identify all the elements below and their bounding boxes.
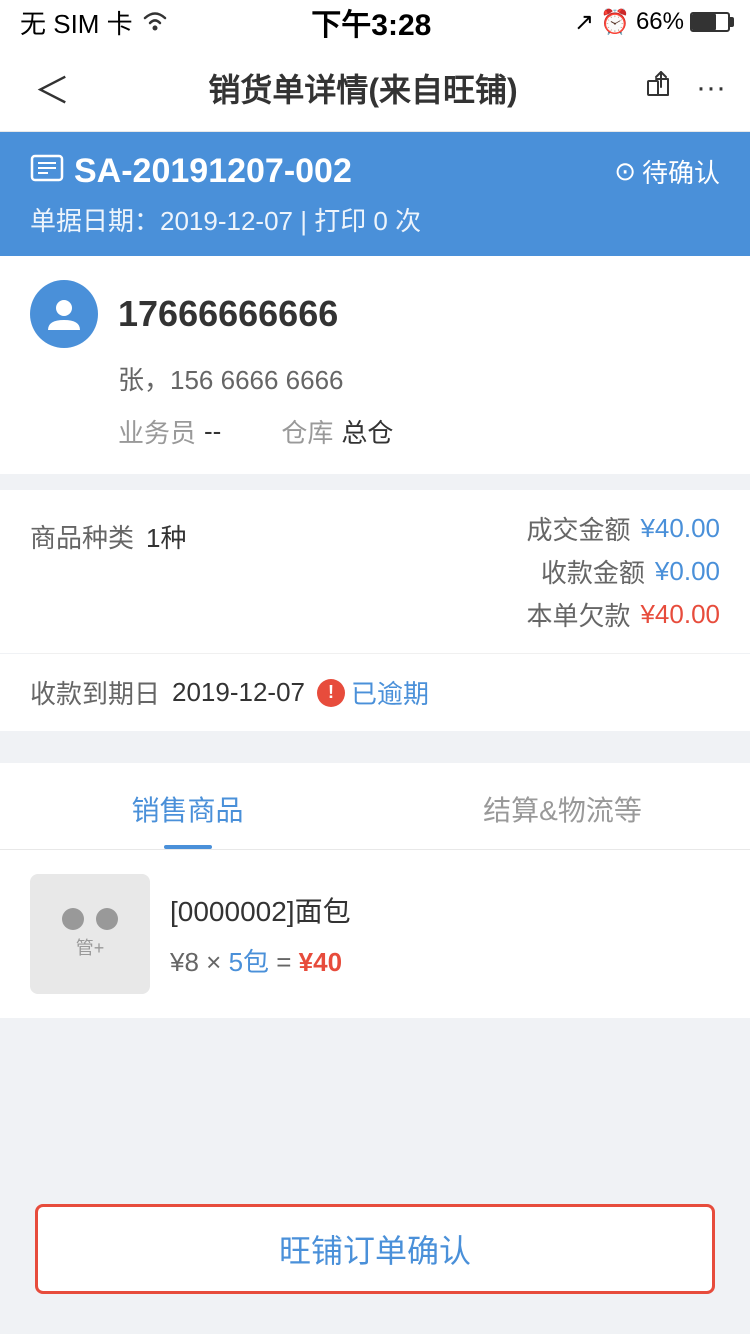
order-id: SA-20191207-002 [30,152,352,191]
tab-underline [164,845,212,849]
amount-label-2: 本单欠款 [526,596,630,633]
overdue-badge: ! 已逾期 [317,674,429,711]
battery-icon [690,12,730,32]
status-right: ↗ ⏰ 66% [574,8,730,37]
order-icon [30,152,64,191]
order-status: ⊙ 待确认 [614,153,720,190]
amount-value-0: ¥40.00 [640,513,720,544]
customer-meta: 业务员 -- 仓库 总仓 [118,413,720,450]
share-button[interactable] [646,69,676,107]
quantity-value: 5包 [229,947,269,977]
warehouse-value: 总仓 [341,413,393,450]
tab-settlement[interactable]: 结算&物流等 [375,763,750,849]
category-value: 1种 [146,518,186,555]
status-left: 无 SIM 卡 [20,4,169,41]
product-logo: 管+ [62,908,118,960]
amount-row-0: 成交金额 ¥40.00 [526,510,720,547]
alarm-icon: ⏰ [600,8,630,37]
confirm-button-text: 旺铺订单确认 [279,1226,471,1272]
back-button[interactable]: ＜ [24,52,80,124]
battery-text: 66% [636,8,684,36]
amount-label-0: 成交金额 [526,510,630,547]
product-name: [0000002]面包 [170,890,720,930]
nav-actions: ··· [646,69,726,107]
section-divider-1 [0,474,750,490]
order-date: 单据日期：2019-12-07 | 打印 0 次 [30,201,720,238]
more-button[interactable]: ··· [696,71,726,105]
owl-eyes [62,908,118,930]
customer-row: 17666666666 [30,280,720,348]
owl-eye-left [62,908,84,930]
tab-sales-product-label: 销售商品 [131,795,243,826]
customer-detail: 张，156 6666 6666 [118,360,720,397]
due-label: 收款到期日 [30,674,160,711]
order-header: SA-20191207-002 ⊙ 待确认 单据日期：2019-12-07 | … [0,132,750,256]
sales-value: -- [204,416,221,447]
amount-value-2: ¥40.00 [640,599,720,630]
status-bar: 无 SIM 卡 下午3:28 ↗ ⏰ 66% [0,0,750,44]
customer-section: 17666666666 张，156 6666 6666 业务员 -- 仓库 总仓 [0,256,750,474]
sales-label: 业务员 [118,413,196,450]
customer-phone: 17666666666 [118,293,338,335]
product-info: [0000002]面包 ¥8 × 5包 = ¥40 [170,890,720,979]
location-icon: ↗ [574,8,594,37]
battery-fill [692,14,716,30]
order-id-row: SA-20191207-002 ⊙ 待确认 [30,152,720,191]
tab-sales-product[interactable]: 销售商品 [0,763,375,849]
price-formula: ¥8 × [170,947,229,977]
category-label: 商品种类 [30,518,134,555]
carrier-text: 无 SIM 卡 [20,4,133,41]
equals-sign: = [269,947,299,977]
total-value: ¥40 [299,947,342,977]
overdue-icon: ! [317,679,345,707]
product-price-row: ¥8 × 5包 = ¥40 [170,942,720,979]
confirm-button-wrapper: 旺铺订单确认 [35,1204,715,1294]
summary-left: 商品种类 1种 [30,510,526,555]
avatar [30,280,98,348]
amount-label-1: 收款金额 [541,553,645,590]
section-divider-2 [0,731,750,747]
owl-text: 管+ [76,934,105,960]
summary-section: 商品种类 1种 成交金额 ¥40.00 收款金额 ¥0.00 本单欠款 ¥40.… [0,490,750,653]
product-thumbnail: 管+ [30,874,150,994]
nav-bar: ＜ 销货单详情(来自旺铺) ··· [0,44,750,132]
product-item: 管+ [0000002]面包 ¥8 × 5包 = ¥40 [0,850,750,1018]
amount-row-2: 本单欠款 ¥40.00 [526,596,720,633]
confirm-order-button[interactable]: 旺铺订单确认 [35,1204,715,1294]
due-date: 2019-12-07 [172,677,305,708]
warehouse-label: 仓库 [281,413,333,450]
amount-value-1: ¥0.00 [655,556,720,587]
bottom-area [0,1018,750,1218]
tabs-section: 销售商品 结算&物流等 [0,763,750,850]
amount-row-1: 收款金额 ¥0.00 [541,553,720,590]
tab-settlement-label: 结算&物流等 [483,795,642,826]
overdue-text: 已逾期 [351,674,429,711]
owl-eye-right [96,908,118,930]
wifi-icon [141,7,169,38]
due-section: 收款到期日 2019-12-07 ! 已逾期 [0,654,750,731]
nav-title: 销货单详情(来自旺铺) [80,65,646,111]
summary-right: 成交金额 ¥40.00 收款金额 ¥0.00 本单欠款 ¥40.00 [526,510,720,633]
status-time: 下午3:28 [311,0,431,44]
tabs-row: 销售商品 结算&物流等 [0,763,750,850]
clock-icon: ⊙ [614,156,636,187]
